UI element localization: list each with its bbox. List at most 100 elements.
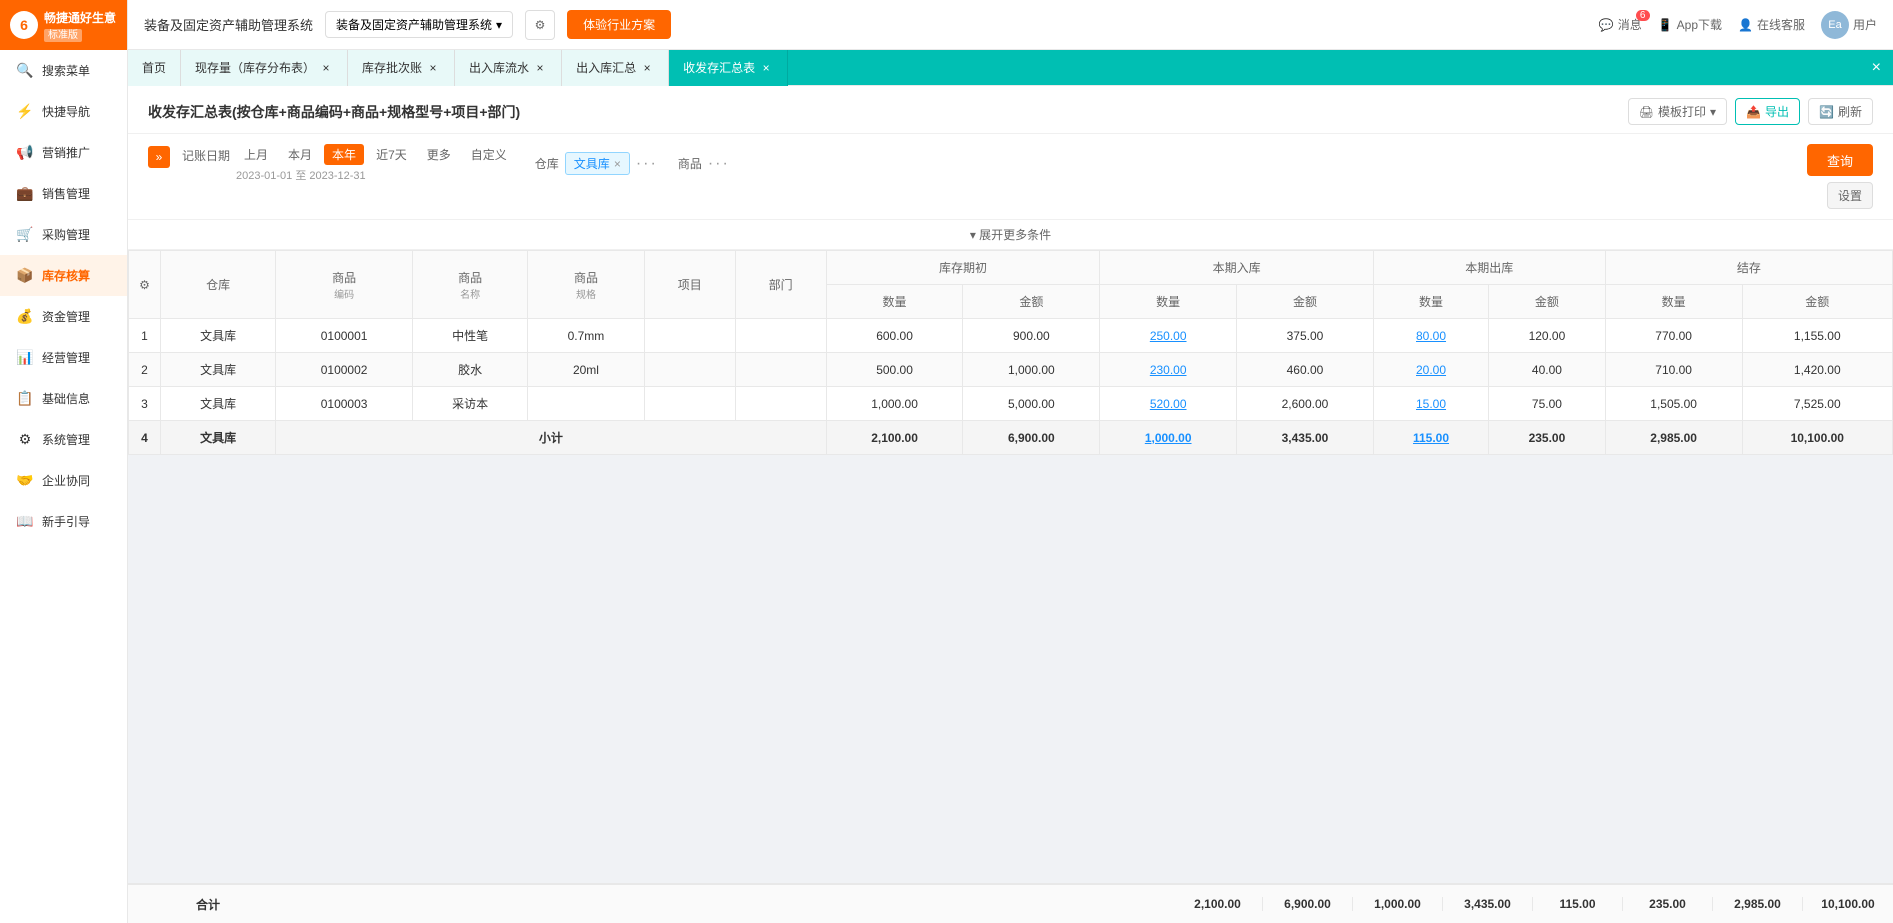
sidebar-item-system[interactable]: ⚙系统管理: [0, 419, 127, 460]
warehouse-filter-group: 仓库 文具库 × ···: [535, 152, 658, 175]
row-dept: [735, 319, 826, 353]
sidebar-item-operations[interactable]: 📊经营管理: [0, 337, 127, 378]
online-service-item[interactable]: 👤 在线客服: [1738, 16, 1805, 33]
warehouse-tag: 文具库 ×: [565, 152, 630, 175]
tab-batch-label: 库存批次账: [362, 59, 422, 76]
date-label: 记账日期: [182, 147, 230, 164]
trial-button[interactable]: 体验行业方案: [567, 10, 671, 39]
sidebar-item-sales[interactable]: 💼销售管理: [0, 173, 127, 214]
tab-inventory-dist[interactable]: 现存量（库存分布表） ×: [181, 50, 348, 86]
search-icon: 🔍: [16, 62, 34, 79]
quick-icon: ⚡: [16, 103, 34, 120]
sidebar-label-purchase: 采购管理: [42, 226, 90, 243]
main-table: ⚙ 仓库 商品编码 商品名称 商品规格 项目 部门 库存期初 本期入库 本期出库…: [128, 250, 1893, 455]
sidebar-item-marketing[interactable]: 📢营销推广: [0, 132, 127, 173]
col-out-header: 本期出库: [1373, 251, 1605, 285]
subtotal-closing-qty: 2,985.00: [1605, 421, 1742, 455]
tab-receive-summary[interactable]: 收发存汇总表 ×: [669, 50, 788, 86]
logo-text: 畅捷通好生意 标准版: [44, 9, 116, 41]
warehouse-tag-close[interactable]: ×: [614, 157, 621, 171]
date-option-custom[interactable]: 自定义: [463, 144, 515, 165]
subtotal-in-amt: 3,435.00: [1237, 421, 1374, 455]
tab-batch-close[interactable]: ×: [426, 61, 440, 75]
tab-receive-summary-close[interactable]: ×: [759, 61, 773, 75]
chevron-print-icon: ▾: [1710, 105, 1716, 119]
tab-summary[interactable]: 出入库汇总 ×: [562, 50, 669, 86]
footer-opening-qty: 2,100.00: [1173, 897, 1263, 911]
warehouse-more-icon[interactable]: ···: [636, 155, 658, 173]
row-closing-amt: 1,420.00: [1742, 353, 1892, 387]
row-out-qty[interactable]: 20.00: [1373, 353, 1488, 387]
row-warehouse: 文具库: [161, 319, 276, 353]
sidebar-item-basic[interactable]: 📋基础信息: [0, 378, 127, 419]
expand-conditions-row[interactable]: ▾ 展开更多条件: [128, 220, 1893, 250]
date-option-more[interactable]: 更多: [419, 144, 459, 165]
tab-summary-close[interactable]: ×: [640, 61, 654, 75]
row-in-amt: 2,600.00: [1237, 387, 1374, 421]
tab-home[interactable]: 首页: [128, 50, 181, 86]
sidebar-item-purchase[interactable]: 🛒采购管理: [0, 214, 127, 255]
inventory-icon: 📦: [16, 267, 34, 284]
row-in-qty[interactable]: 250.00: [1100, 319, 1237, 353]
row-out-amt: 120.00: [1489, 319, 1606, 353]
tab-flow-close[interactable]: ×: [533, 61, 547, 75]
row-num: 3: [129, 387, 161, 421]
row-out-qty[interactable]: 15.00: [1373, 387, 1488, 421]
subtotal-in-qty[interactable]: 1,000.00: [1100, 421, 1237, 455]
export-button[interactable]: 📤 导出: [1735, 98, 1800, 125]
sidebar-item-enterprise[interactable]: 🤝企业协同: [0, 460, 127, 501]
system-select[interactable]: 装备及固定资产辅助管理系统 ▾: [325, 11, 513, 38]
page-title-bar: 收发存汇总表(按仓库+商品编码+商品+规格型号+项目+部门) 🖨 模板打印 ▾ …: [128, 86, 1893, 134]
query-button[interactable]: 查询: [1807, 144, 1873, 176]
col-out-amt-header: 金额: [1489, 285, 1606, 319]
row-opening-amt: 5,000.00: [963, 387, 1100, 421]
table-row: 2 文具库 0100002 胶水 20ml 500.00 1,000.00 23…: [129, 353, 1893, 387]
online-service-label: 在线客服: [1757, 16, 1805, 33]
date-option-this-year[interactable]: 本年: [324, 144, 364, 165]
settings-button[interactable]: ⚙: [525, 10, 555, 40]
col-closing-header: 结存: [1605, 251, 1892, 285]
user-item[interactable]: Ea 用户: [1821, 11, 1877, 39]
warehouse-tag-value: 文具库: [574, 155, 610, 172]
footer-closing-qty: 2,985.00: [1713, 897, 1803, 911]
page-title: 收发存汇总表(按仓库+商品编码+商品+规格型号+项目+部门): [148, 102, 520, 122]
tab-home-label: 首页: [142, 59, 166, 76]
app-download-item[interactable]: 📱 App下载: [1658, 16, 1722, 33]
app-download-icon: 📱: [1658, 18, 1673, 32]
col-in-qty-header: 数量: [1100, 285, 1237, 319]
sidebar-item-search[interactable]: 🔍搜索菜单: [0, 50, 127, 91]
footer-label: 合计: [128, 896, 288, 913]
goods-more-icon[interactable]: ···: [708, 155, 730, 173]
row-in-qty[interactable]: 520.00: [1100, 387, 1237, 421]
template-print-label: 模板打印: [1658, 103, 1706, 120]
table-footer: 合计 2,100.00 6,900.00 1,000.00 3,435.00 1…: [128, 883, 1893, 923]
table-settings-button[interactable]: 设置: [1827, 182, 1873, 209]
sidebar-item-inventory[interactable]: 📦库存核算: [0, 255, 127, 296]
tab-flow[interactable]: 出入库流水 ×: [455, 50, 562, 86]
goods-label: 商品: [678, 155, 702, 172]
sidebar-item-finance[interactable]: 💰资金管理: [0, 296, 127, 337]
template-print-button[interactable]: 🖨 模板打印 ▾: [1628, 98, 1727, 125]
date-option-this-month[interactable]: 本月: [280, 144, 320, 165]
refresh-icon: 🔄: [1819, 105, 1834, 119]
date-option-last-month[interactable]: 上月: [236, 144, 276, 165]
tab-inventory-dist-close[interactable]: ×: [319, 61, 333, 75]
message-item[interactable]: 💬 消息 6: [1599, 16, 1642, 33]
close-all-tabs[interactable]: ×: [1860, 59, 1893, 77]
sidebar-item-guide[interactable]: 📖新手引导: [0, 501, 127, 542]
guide-icon: 📖: [16, 513, 34, 530]
table-row: 1 文具库 0100001 中性笔 0.7mm 600.00 900.00 25…: [129, 319, 1893, 353]
expand-down-icon: ▾: [970, 228, 979, 242]
row-in-qty[interactable]: 230.00: [1100, 353, 1237, 387]
filter-action-buttons: 查询 设置: [1807, 144, 1873, 209]
refresh-button[interactable]: 🔄 刷新: [1808, 98, 1873, 125]
tab-batch[interactable]: 库存批次账 ×: [348, 50, 455, 86]
date-option-7days[interactable]: 近7天: [368, 144, 415, 165]
subtotal-out-qty[interactable]: 115.00: [1373, 421, 1488, 455]
col-spec-header: 商品规格: [528, 251, 645, 319]
sidebar: 6 畅捷通好生意 标准版 🔍搜索菜单 ⚡快捷导航 📢营销推广 💼销售管理 🛒采购…: [0, 0, 128, 923]
col-settings-header[interactable]: ⚙: [129, 251, 161, 319]
filter-toggle[interactable]: »: [148, 146, 170, 168]
row-out-qty[interactable]: 80.00: [1373, 319, 1488, 353]
sidebar-item-quick[interactable]: ⚡快捷导航: [0, 91, 127, 132]
